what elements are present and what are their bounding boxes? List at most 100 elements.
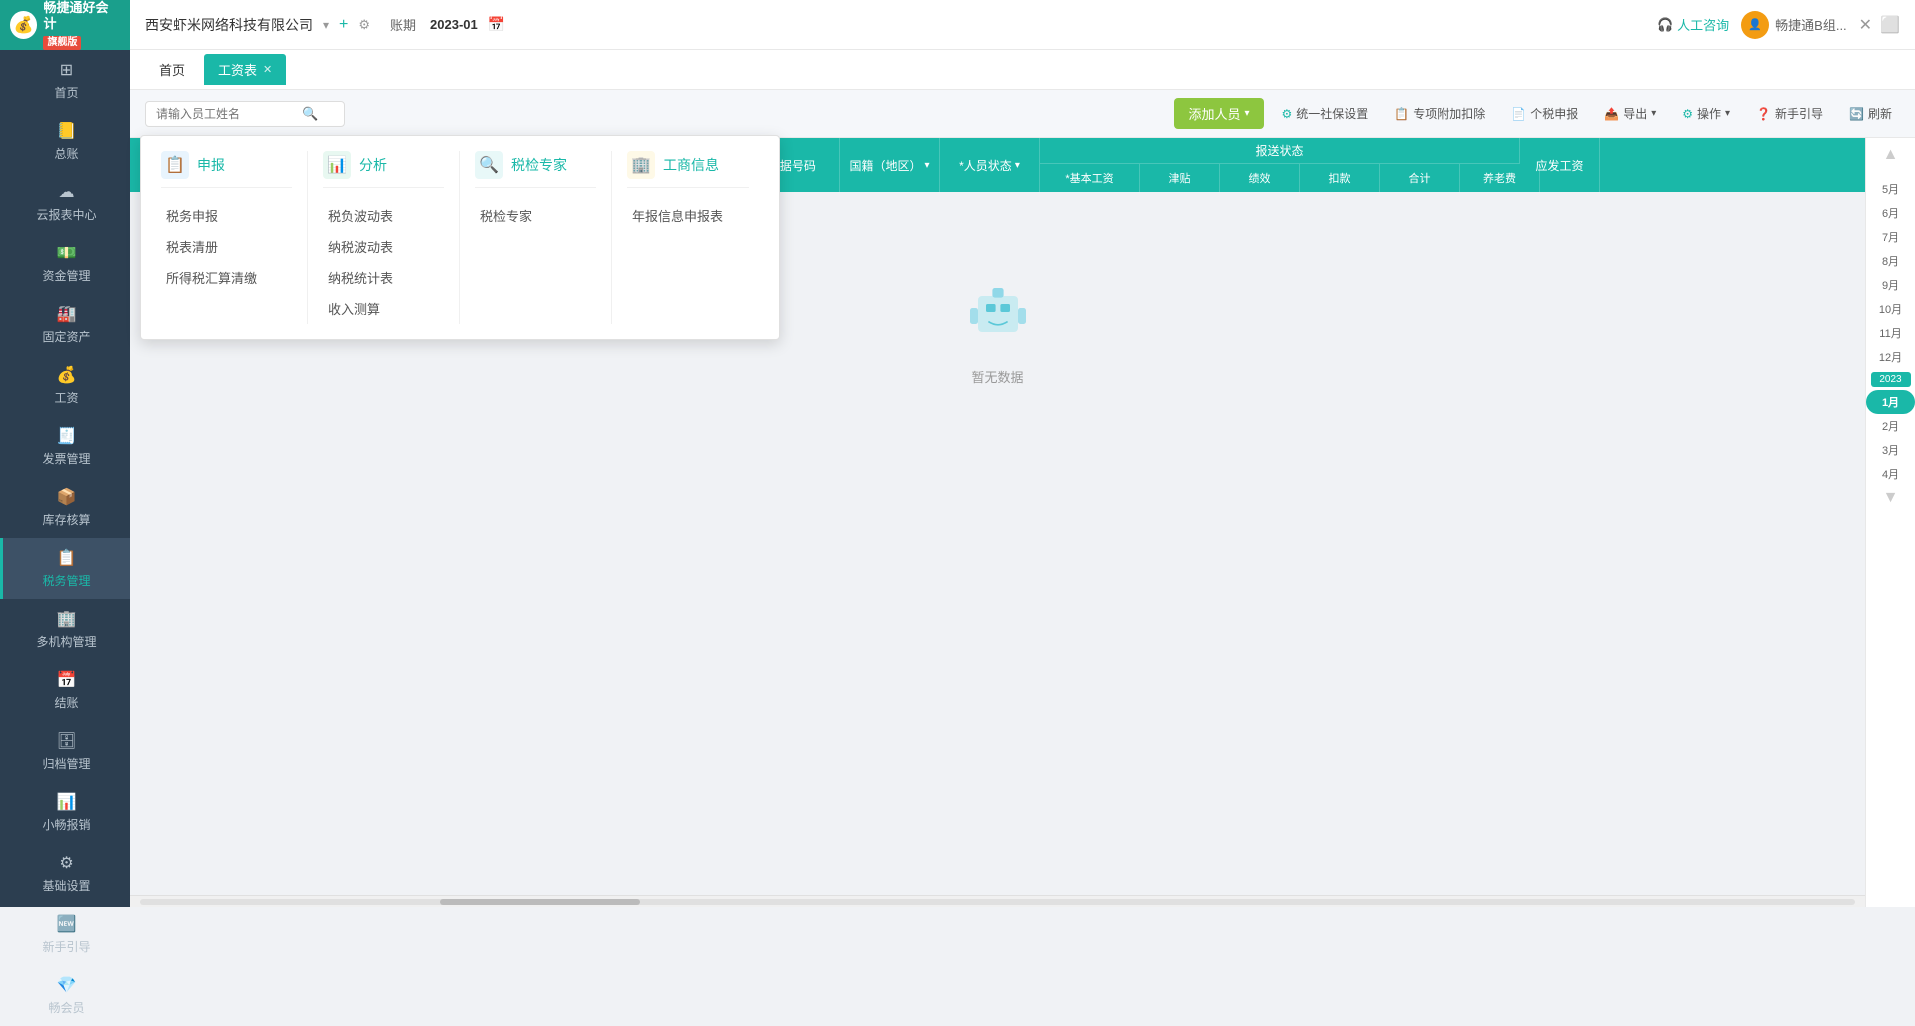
restore-icon[interactable]: ⬜ <box>1880 15 1900 35</box>
company-settings-icon[interactable]: ⚙ <box>358 17 370 33</box>
menu-annual-report[interactable]: 年报信息申报表 <box>627 200 749 231</box>
sidebar-item-vip[interactable]: 💎 畅会员 <box>0 965 130 1026</box>
timeline-month-6[interactable]: 6月 <box>1866 201 1915 225</box>
sidebar-item-xiaochang[interactable]: 📊 小畅报销 <box>0 782 130 843</box>
timeline-up-nav[interactable]: ▲ <box>1880 143 1902 167</box>
th-salary-group-container: 报送状态 *基本工资 津贴 绩效 扣款 <box>1040 138 1520 192</box>
special-deduction-button[interactable]: 📋 专项附加扣除 <box>1386 100 1493 127</box>
sidebar-item-salary[interactable]: 💰 工资 <box>0 355 130 416</box>
timeline-month-10[interactable]: 10月 <box>1866 297 1915 321</box>
vip-icon: 💎 <box>57 975 77 995</box>
period-label: 账期 <box>390 15 416 34</box>
service-button[interactable]: 🎧 人工咨询 <box>1657 15 1729 34</box>
timeline-month-12[interactable]: 12月 <box>1866 345 1915 369</box>
sidebar-item-cloud-report[interactable]: ☁ 云报表中心 <box>0 172 130 233</box>
add-company-icon[interactable]: + <box>339 16 348 34</box>
tab-home[interactable]: 首页 <box>145 54 199 85</box>
sidebar-item-basic-settings[interactable]: ⚙ 基础设置 <box>0 843 130 904</box>
dropdown-menu: 📋 申报 税务申报 税表清册 所得税汇算清缴 📊 分析 税负波动表 纳税波动表 … <box>140 135 780 340</box>
export-arrow: ▾ <box>1651 108 1656 119</box>
company-dropdown-icon[interactable]: ▾ <box>323 18 329 32</box>
tab-close-icon[interactable]: ✕ <box>263 63 272 76</box>
timeline-month-11[interactable]: 11月 <box>1866 321 1915 345</box>
timeline-month-9[interactable]: 9月 <box>1866 273 1915 297</box>
settings2-icon: ⚙ <box>1282 107 1293 121</box>
sidebar-item-period-end[interactable]: 📅 结账 <box>0 660 130 721</box>
menu-income-tax-settlement[interactable]: 所得税汇算清缴 <box>161 262 292 293</box>
operations-button[interactable]: ⚙ 操作 ▾ <box>1674 100 1738 127</box>
menu-income-estimate[interactable]: 收入测算 <box>323 293 444 324</box>
refresh-button[interactable]: 🔄 刷新 <box>1841 100 1900 127</box>
menu-tax-payment[interactable]: 纳税波动表 <box>323 231 444 262</box>
sidebar-item-multi-org[interactable]: 🏢 多机构管理 <box>0 599 130 660</box>
calendar-icon[interactable]: 📅 <box>488 16 505 33</box>
th-performance: 绩效 <box>1220 164 1300 192</box>
sidebar-item-fixed-assets[interactable]: 🏭 固定资产 <box>0 294 130 355</box>
export-button[interactable]: 📤 导出 ▾ <box>1596 100 1664 127</box>
sidebar-item-ledger[interactable]: 📒 总账 <box>0 111 130 172</box>
section-business-info-header: 🏢 工商信息 <box>627 151 749 188</box>
settings-icon: ⚙ <box>59 853 73 873</box>
company-name: 西安虾米网络科技有限公司 <box>145 15 313 35</box>
sidebar-item-archive[interactable]: 🗄 归档管理 <box>0 721 130 782</box>
search-input[interactable] <box>156 107 296 121</box>
new-guide-label: 新手引导 <box>1775 105 1823 122</box>
timeline-month-4[interactable]: 4月 <box>1866 462 1915 486</box>
fund-icon: 💵 <box>57 243 77 263</box>
menu-tax-expert[interactable]: 税检专家 <box>475 200 596 231</box>
timeline-month-3[interactable]: 3月 <box>1866 438 1915 462</box>
sidebar-item-fund[interactable]: 💵 资金管理 <box>0 233 130 294</box>
tab-salary[interactable]: 工资表 ✕ <box>204 54 286 85</box>
section-analysis-header: 📊 分析 <box>323 151 444 188</box>
sidebar-item-tax[interactable]: 📋 税务管理 <box>0 538 130 599</box>
special-deduction-label: 专项附加扣除 <box>1413 105 1485 122</box>
timeline-month-2[interactable]: 2月 <box>1866 414 1915 438</box>
home-icon: ⊞ <box>60 60 73 80</box>
new-guide-button[interactable]: ❓ 新手引导 <box>1748 100 1831 127</box>
timeline-month-1[interactable]: 1月 <box>1866 390 1915 414</box>
th-report[interactable]: *人员状态 ▾ <box>940 138 1040 192</box>
scrollbar-thumb[interactable] <box>440 899 640 905</box>
header-left: 西安虾米网络科技有限公司 ▾ + ⚙ 账期 2023-01 📅 <box>145 15 505 35</box>
refresh-icon: 🔄 <box>1849 107 1864 121</box>
timeline-down-nav[interactable]: ▼ <box>1880 486 1902 510</box>
social-security-button[interactable]: ⚙ 统一社保设置 <box>1274 100 1377 127</box>
section-declaration: 📋 申报 税务申报 税表清册 所得税汇算清缴 <box>156 151 308 324</box>
filter-icon: ▾ <box>924 160 929 171</box>
section-business-info: 🏢 工商信息 年报信息申报表 <box>612 151 764 324</box>
user-menu[interactable]: 👤 畅捷通B组... <box>1741 11 1847 39</box>
sidebar-item-inventory[interactable]: 📦 库存核算 <box>0 477 130 538</box>
th-status[interactable]: 国籍（地区） ▾ <box>840 138 940 192</box>
filter2-icon: ▾ <box>1015 160 1020 171</box>
logo-icon: 💰 <box>10 11 37 39</box>
timeline-month-8[interactable]: 8月 <box>1866 249 1915 273</box>
avatar: 👤 <box>1741 11 1769 39</box>
sidebar-item-new-guide[interactable]: 🆕 新手引导 <box>0 904 130 965</box>
close-icon[interactable]: ✕ <box>1859 15 1872 35</box>
section-tax-expert-header: 🔍 税检专家 <box>475 151 596 188</box>
xiaochang-icon: 📊 <box>57 792 77 812</box>
timeline-panel: ▲ 5月 6月 7月 8月 9月 10月 11月 12月 2023 1月 2月 … <box>1865 138 1915 907</box>
menu-tax-declaration[interactable]: 税务申报 <box>161 200 292 231</box>
form-icon: 📋 <box>1394 107 1409 121</box>
operations-arrow: ▾ <box>1725 108 1730 119</box>
username: 畅捷通B组... <box>1775 15 1847 34</box>
add-employee-button[interactable]: 添加人员 ▾ <box>1174 98 1263 129</box>
menu-tax-burden[interactable]: 税负波动表 <box>323 200 444 231</box>
tab-home-label: 首页 <box>159 60 185 79</box>
timeline-month-7[interactable]: 7月 <box>1866 225 1915 249</box>
scrollbar-track[interactable] <box>140 899 1855 905</box>
menu-tax-stats[interactable]: 纳税统计表 <box>323 262 444 293</box>
org-icon: 🏢 <box>57 609 77 629</box>
timeline-month-5[interactable]: 5月 <box>1866 177 1915 201</box>
th-operation: 应发工资 <box>1520 138 1600 192</box>
sidebar: 💰 畅捷通好会计 旗舰版 ⊞ 首页 📒 总账 ☁ 云报表中心 💵 资金管理 🏭 … <box>0 0 130 907</box>
bottom-scrollbar[interactable] <box>130 895 1865 907</box>
analysis-icon: 📊 <box>323 151 351 179</box>
menu-tax-table[interactable]: 税表清册 <box>161 231 292 262</box>
search-box[interactable]: 🔍 <box>145 101 345 127</box>
sidebar-item-invoice[interactable]: 🧾 发票管理 <box>0 416 130 477</box>
doc-icon: 📄 <box>1511 107 1526 121</box>
sidebar-item-home[interactable]: ⊞ 首页 <box>0 50 130 111</box>
tax-report-button[interactable]: 📄 个税申报 <box>1503 100 1586 127</box>
